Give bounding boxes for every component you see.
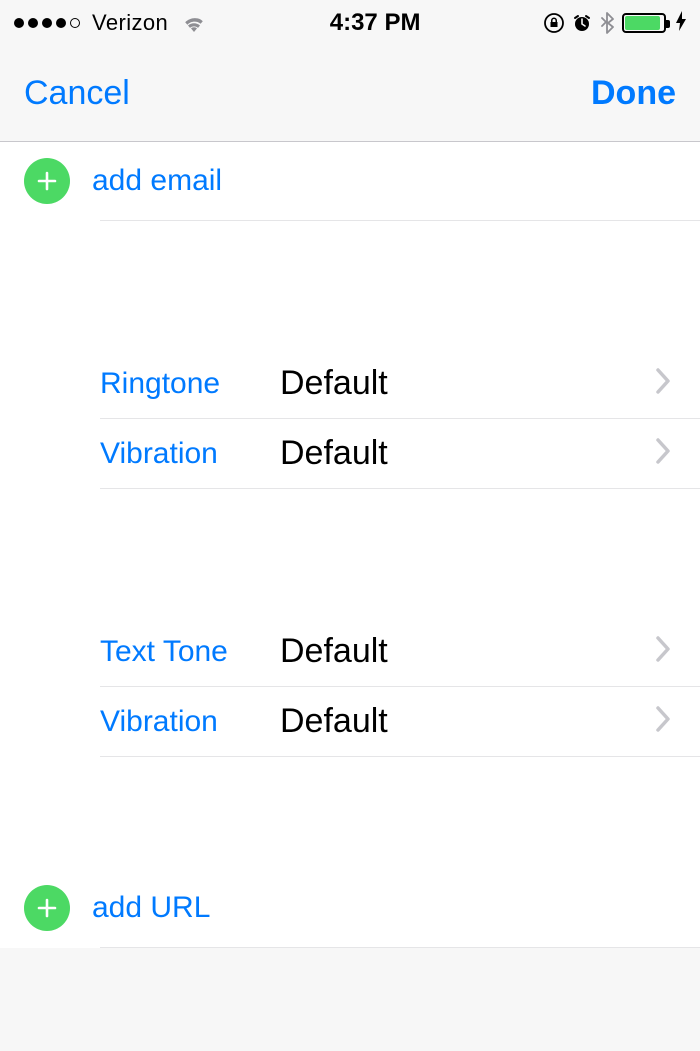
charging-icon xyxy=(676,11,686,36)
alarm-icon xyxy=(572,13,592,33)
chevron-right-icon xyxy=(654,634,672,669)
orientation-lock-icon xyxy=(544,13,564,33)
add-email-label: add email xyxy=(92,164,222,198)
signal-strength-icon xyxy=(14,18,80,28)
bluetooth-icon xyxy=(600,12,614,34)
texttone-vibration-row[interactable]: Vibration Default xyxy=(100,687,700,757)
add-url-row[interactable]: add URL xyxy=(0,869,700,947)
texttone-label: Text Tone xyxy=(100,619,280,685)
plus-icon xyxy=(24,158,70,204)
add-url-label: add URL xyxy=(92,891,210,925)
ringtone-row[interactable]: Ringtone Default xyxy=(100,349,700,419)
cancel-button[interactable]: Cancel xyxy=(24,74,130,113)
texttone-value: Default xyxy=(280,618,654,685)
vibration-value: Default xyxy=(280,420,654,487)
wifi-icon xyxy=(182,14,206,32)
add-url-group: add URL xyxy=(0,869,700,948)
content: add email Ringtone Default Vibration Def… xyxy=(0,142,700,948)
status-left: Verizon xyxy=(14,10,206,36)
chevron-right-icon xyxy=(654,366,672,401)
chevron-right-icon xyxy=(654,704,672,739)
battery-icon xyxy=(622,13,666,33)
vibration-value: Default xyxy=(280,688,654,755)
add-email-group: add email xyxy=(0,142,700,221)
status-right xyxy=(544,11,686,36)
add-email-row[interactable]: add email xyxy=(0,142,700,220)
nav-bar: Cancel Done xyxy=(0,46,700,142)
plus-icon xyxy=(24,885,70,931)
done-button[interactable]: Done xyxy=(591,74,676,113)
ringtone-vibration-row[interactable]: Vibration Default xyxy=(100,419,700,489)
texttone-group: Text Tone Default Vibration Default xyxy=(0,617,700,757)
ringtone-group: Ringtone Default Vibration Default xyxy=(0,349,700,489)
chevron-right-icon xyxy=(654,436,672,471)
vibration-label: Vibration xyxy=(100,421,280,487)
status-bar: Verizon 4:37 PM xyxy=(0,0,700,46)
carrier-label: Verizon xyxy=(92,10,168,36)
texttone-row[interactable]: Text Tone Default xyxy=(100,617,700,687)
ringtone-label: Ringtone xyxy=(100,351,280,417)
ringtone-value: Default xyxy=(280,350,654,417)
clock: 4:37 PM xyxy=(330,9,421,37)
vibration-label: Vibration xyxy=(100,689,280,755)
